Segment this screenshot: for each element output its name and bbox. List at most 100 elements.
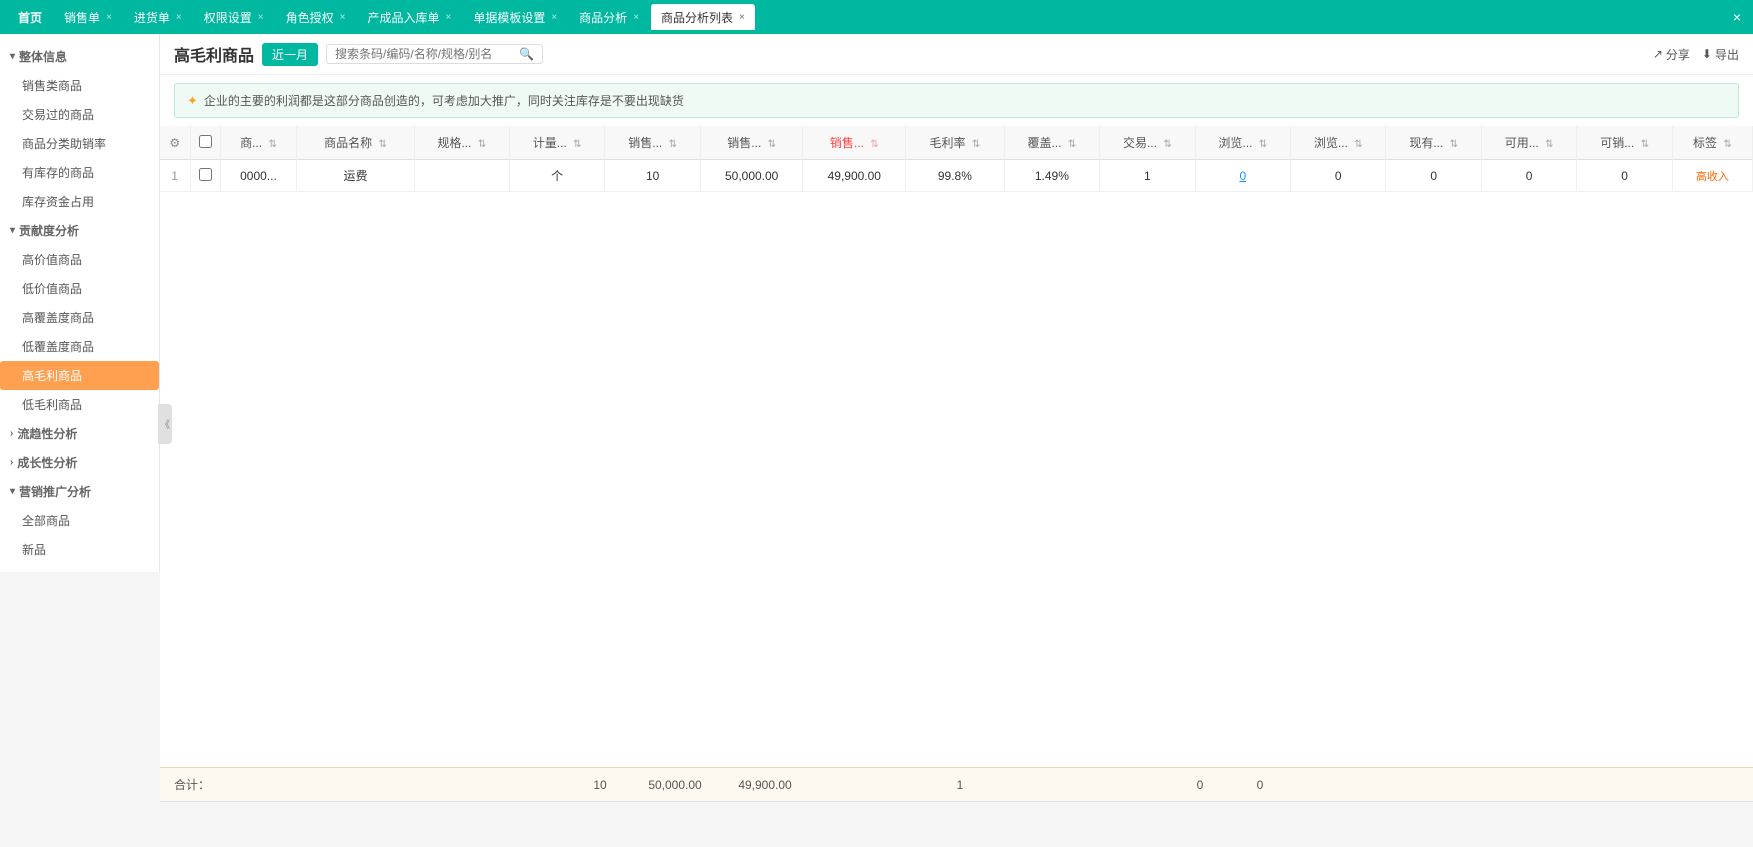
search-icon[interactable]: 🔍	[519, 47, 534, 61]
sort-margin-icon[interactable]: ⇅	[972, 139, 980, 150]
sidebar-item-sales-goods[interactable]: 销售类商品	[0, 71, 159, 100]
nav-close-all-button[interactable]: ×	[1729, 9, 1745, 25]
nav-tab-purchase[interactable]: 进货单 ×	[124, 4, 192, 30]
th-stock1[interactable]: 现有... ⇅	[1386, 126, 1481, 160]
sidebar-item-high-value[interactable]: 高价值商品	[0, 245, 159, 274]
th-trade[interactable]: 交易... ⇅	[1100, 126, 1195, 160]
cell-row-num: 1	[160, 160, 190, 192]
cell-margin: 99.8%	[906, 160, 1005, 192]
nav-tab-template[interactable]: 单据模板设置 ×	[463, 4, 567, 30]
th-sales3[interactable]: 销售... ⇅	[803, 126, 906, 160]
nav-tab-analysis-list[interactable]: 商品分析列表 ×	[651, 4, 755, 30]
sidebar-item-low-coverage[interactable]: 低覆盖度商品	[0, 332, 159, 361]
sidebar-item-stock-funds[interactable]: 库存资金占用	[0, 187, 159, 216]
nav-close-permission[interactable]: ×	[258, 12, 264, 23]
cell-view1[interactable]: 0	[1195, 160, 1290, 192]
sidebar-item-low-value[interactable]: 低价值商品	[0, 274, 159, 303]
nav-close-inbound[interactable]: ×	[445, 12, 451, 23]
share-button[interactable]: ↗ 分享	[1653, 46, 1690, 63]
footer-stock2: 0	[1170, 778, 1230, 792]
sort-spec-icon[interactable]: ⇅	[478, 139, 486, 150]
filter-recent-month-button[interactable]: 近一月	[262, 43, 318, 66]
cell-tag: 高收入	[1672, 160, 1752, 192]
cell-sales1: 10	[605, 160, 700, 192]
cell-unit: 个	[509, 160, 604, 192]
export-button[interactable]: ⬇ 导出	[1702, 46, 1739, 63]
sidebar-item-traded-goods[interactable]: 交易过的商品	[0, 100, 159, 129]
info-icon: ✦	[187, 93, 198, 109]
sort-stock2-icon[interactable]: ⇅	[1545, 139, 1553, 150]
cell-checkbox[interactable]	[190, 160, 220, 192]
sort-code-icon[interactable]: ⇅	[268, 139, 276, 150]
sort-tag-icon[interactable]: ⇅	[1723, 139, 1731, 150]
th-margin[interactable]: 毛利率 ⇅	[906, 126, 1005, 160]
th-name[interactable]: 商品名称 ⇅	[297, 126, 414, 160]
th-checkbox[interactable]	[190, 126, 220, 160]
th-stock3[interactable]: 可销... ⇅	[1577, 126, 1672, 160]
sort-sales3-icon[interactable]: ⇅	[870, 139, 878, 150]
nav-tab-role[interactable]: 角色授权 ×	[276, 4, 356, 30]
nav-tab-inbound[interactable]: 产成品入库单 ×	[357, 4, 461, 30]
sort-stock3-icon[interactable]: ⇅	[1641, 139, 1649, 150]
sort-view2-icon[interactable]: ⇅	[1354, 139, 1362, 150]
nav-purchase-label: 进货单	[134, 9, 170, 26]
sidebar-group-overall[interactable]: ▾ 整体信息	[0, 42, 159, 71]
nav-close-sales[interactable]: ×	[106, 12, 112, 23]
search-input[interactable]	[335, 47, 515, 61]
cell-spec	[414, 160, 509, 192]
nav-template-label: 单据模板设置	[473, 9, 545, 26]
nav-close-purchase[interactable]: ×	[176, 12, 182, 23]
sidebar-group-growth-label: 成长性分析	[17, 454, 77, 471]
nav-close-role[interactable]: ×	[340, 12, 346, 23]
th-stock2[interactable]: 可用... ⇅	[1481, 126, 1576, 160]
sidebar-item-all-goods[interactable]: 全部商品	[0, 506, 159, 535]
sidebar-group-contribution[interactable]: ▾ 贡献度分析	[0, 216, 159, 245]
th-tag[interactable]: 标签 ⇅	[1672, 126, 1752, 160]
th-view1[interactable]: 浏览... ⇅	[1195, 126, 1290, 160]
th-spec[interactable]: 规格... ⇅	[414, 126, 509, 160]
th-view2[interactable]: 浏览... ⇅	[1291, 126, 1386, 160]
arrow-growth: ›	[10, 457, 13, 468]
sort-view1-icon[interactable]: ⇅	[1259, 139, 1267, 150]
sidebar-item-category-rate[interactable]: 商品分类助销率	[0, 129, 159, 158]
gear-icon[interactable]: ⚙	[169, 136, 180, 150]
sidebar-group-trend[interactable]: › 流趋性分析	[0, 419, 159, 448]
horizontal-scrollbar[interactable]	[160, 801, 1753, 813]
sidebar-collapse-button[interactable]: 《	[158, 404, 172, 444]
sort-coverage-icon[interactable]: ⇅	[1068, 139, 1076, 150]
collapse-icon: 《	[160, 416, 170, 431]
nav-close-analysis[interactable]: ×	[633, 12, 639, 23]
sort-trade-icon[interactable]: ⇅	[1163, 139, 1171, 150]
sort-sales2-icon[interactable]: ⇅	[768, 139, 776, 150]
th-unit[interactable]: 计量... ⇅	[509, 126, 604, 160]
sidebar-group-growth[interactable]: › 成长性分析	[0, 448, 159, 477]
sort-sales1-icon[interactable]: ⇅	[669, 139, 677, 150]
th-sales1[interactable]: 销售... ⇅	[605, 126, 700, 160]
select-all-checkbox[interactable]	[199, 135, 212, 148]
cell-name: 运费	[297, 160, 414, 192]
sidebar-item-new-goods[interactable]: 新品	[0, 535, 159, 564]
sort-name-icon[interactable]: ⇅	[378, 139, 386, 150]
nav-close-analysis-list[interactable]: ×	[739, 12, 745, 23]
sidebar-item-in-stock[interactable]: 有库存的商品	[0, 158, 159, 187]
arrow-contribution: ▾	[10, 225, 15, 236]
cell-view2: 0	[1291, 160, 1386, 192]
nav-tab-sales[interactable]: 销售单 ×	[54, 4, 122, 30]
nav-tab-analysis[interactable]: 商品分析 ×	[569, 4, 649, 30]
sidebar-item-low-margin[interactable]: 低毛利商品	[0, 390, 159, 419]
sort-stock1-icon[interactable]: ⇅	[1450, 139, 1458, 150]
th-sales2[interactable]: 销售... ⇅	[700, 126, 803, 160]
cell-stock1: 0	[1386, 160, 1481, 192]
row-checkbox[interactable]	[199, 168, 212, 181]
sidebar-group-marketing[interactable]: ▾ 营销推广分析	[0, 477, 159, 506]
nav-tab-home[interactable]: 首页	[8, 4, 52, 30]
sidebar-item-high-margin[interactable]: 高毛利商品	[0, 361, 159, 390]
sort-unit-icon[interactable]: ⇅	[573, 139, 581, 150]
nav-home-label: 首页	[18, 9, 42, 26]
nav-tab-permission[interactable]: 权限设置 ×	[194, 4, 274, 30]
sidebar-item-high-coverage[interactable]: 高覆盖度商品	[0, 303, 159, 332]
nav-close-template[interactable]: ×	[551, 12, 557, 23]
th-gear[interactable]: ⚙	[160, 126, 190, 160]
th-coverage[interactable]: 覆盖... ⇅	[1004, 126, 1099, 160]
th-code[interactable]: 商... ⇅	[220, 126, 297, 160]
